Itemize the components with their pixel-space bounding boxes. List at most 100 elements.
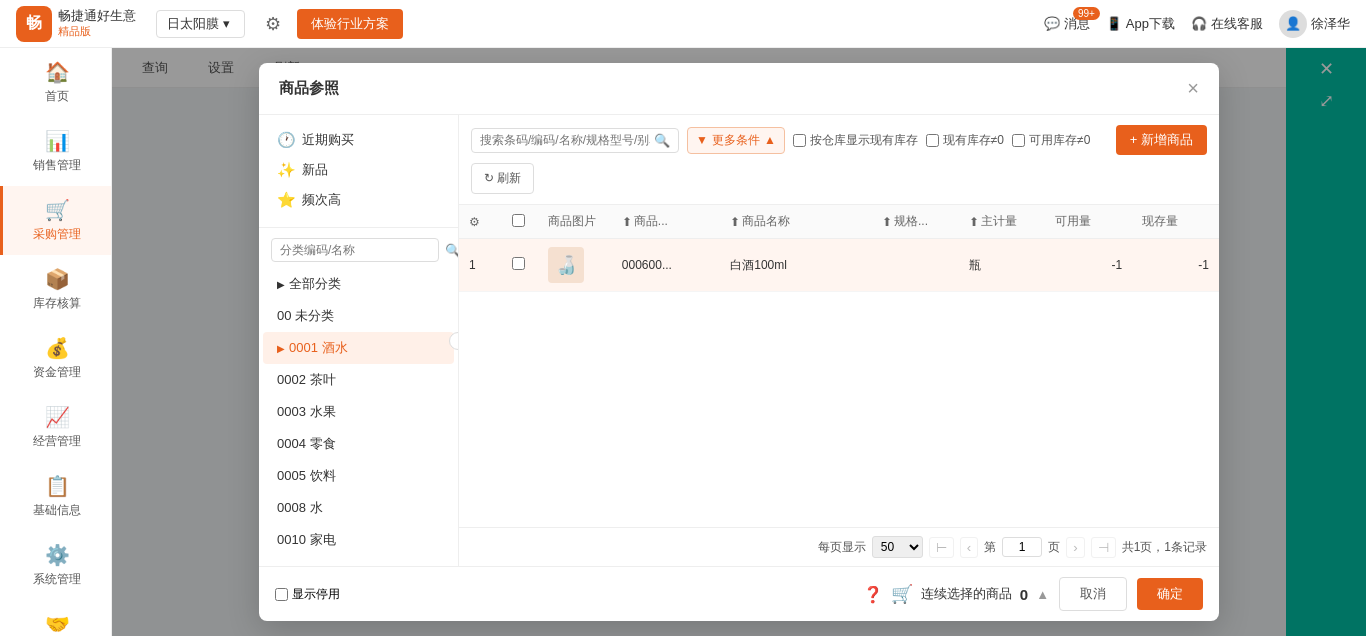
page-input[interactable] bbox=[1002, 537, 1042, 557]
modal-body: 🕐 近期购买 ✨ 新品 ⭐ 频次高 bbox=[259, 115, 1219, 566]
add-product-btn[interactable]: + 新增商品 bbox=[1116, 125, 1207, 155]
page-prev-btn[interactable]: ‹ bbox=[960, 537, 978, 558]
modal-close-button[interactable]: × bbox=[1187, 77, 1199, 100]
quick-link-new[interactable]: ✨ 新品 bbox=[267, 155, 450, 185]
disabled-checkbox[interactable] bbox=[275, 588, 288, 601]
row-code: 000600... bbox=[612, 239, 720, 292]
freq-icon: ⭐ bbox=[277, 191, 296, 209]
search-cat-area: 🔍 bbox=[259, 232, 458, 268]
th-img: 商品图片 bbox=[538, 205, 612, 239]
cat-snack[interactable]: 0004 零食 bbox=[263, 428, 454, 460]
nav-selector[interactable]: 日太阳膜 ▾ bbox=[156, 10, 245, 38]
th-unit: ⬆ 主计量 bbox=[959, 205, 1046, 239]
cat-all[interactable]: ▶ 全部分类 bbox=[263, 268, 454, 300]
show-disabled-checkbox[interactable]: 显示停用 bbox=[275, 586, 340, 603]
quick-links: 🕐 近期购买 ✨ 新品 ⭐ 频次高 bbox=[259, 125, 458, 223]
logo-text: 畅捷通好生意 bbox=[58, 8, 136, 25]
stock-nonzero-checkbox[interactable] bbox=[926, 134, 939, 147]
cat-liquor[interactable]: ▶ 0001 酒水 bbox=[263, 332, 454, 364]
filter-btn[interactable]: ▼ 更多条件 ▲ bbox=[687, 127, 785, 154]
sidebar-item-finance[interactable]: 💰 资金管理 bbox=[0, 324, 111, 393]
logo-icon: 畅 bbox=[16, 6, 52, 42]
pagination-bar: 每页显示 50 10 20 100 ⊢ ‹ 第 bbox=[459, 527, 1219, 566]
message-badge: 99+ bbox=[1073, 7, 1100, 20]
nav-right: 💬 消息 99+ 📱 App下载 🎧 在线客服 👤 徐泽华 bbox=[1044, 10, 1350, 38]
checkbox-warehouse-stock[interactable]: 按仓库显示现有库存 bbox=[793, 132, 918, 149]
top-nav: 畅 畅捷通好生意 精品版 日太阳膜 ▾ ⚙ 体验行业方案 💬 消息 99+ 📱 … bbox=[0, 0, 1366, 48]
help-icon[interactable]: ❓ bbox=[863, 585, 883, 604]
cat-appliance[interactable]: 0010 家电 bbox=[263, 524, 454, 556]
page-next-btn[interactable]: › bbox=[1066, 537, 1084, 558]
logo-area: 畅 畅捷通好生意 精品版 bbox=[16, 6, 136, 42]
settings-icon[interactable]: ⚙ bbox=[469, 215, 480, 229]
th-stock: 现存量 bbox=[1132, 205, 1219, 239]
table-scroll[interactable]: ⚙ 商品图片 bbox=[459, 205, 1219, 527]
row-checkbox[interactable] bbox=[512, 257, 525, 270]
cat-tea[interactable]: 0002 茶叶 bbox=[263, 364, 454, 396]
main-content: 查询 设置 刷新 ✕ ⤢ 商品参照 × bbox=[112, 48, 1366, 636]
warehouse-stock-checkbox[interactable] bbox=[793, 134, 806, 147]
quick-link-freq[interactable]: ⭐ 频次高 bbox=[267, 185, 450, 215]
cat-search-input[interactable] bbox=[271, 238, 439, 262]
product-image: 🍶 bbox=[548, 247, 584, 283]
app-download[interactable]: 📱 App下载 bbox=[1106, 15, 1175, 33]
inventory-icon: 📦 bbox=[45, 267, 70, 291]
sales-icon: 📊 bbox=[45, 129, 70, 153]
select-all-checkbox[interactable] bbox=[512, 214, 525, 227]
cat-water[interactable]: 0008 水 bbox=[263, 492, 454, 524]
avail-nonzero-checkbox[interactable] bbox=[1012, 134, 1025, 147]
experience-btn[interactable]: 体验行业方案 bbox=[297, 9, 403, 39]
checkbox-avail-nonzero[interactable]: 可用库存≠0 bbox=[1012, 132, 1090, 149]
refresh-btn[interactable]: ↻ 刷新 bbox=[471, 163, 534, 194]
row-img: 🍶 bbox=[538, 239, 612, 292]
row-check[interactable] bbox=[502, 239, 538, 292]
th-code: ⬆ 商品... bbox=[612, 205, 720, 239]
logo-sub: 精品版 bbox=[58, 24, 136, 39]
collapse-cart-icon[interactable]: ▲ bbox=[1036, 587, 1049, 602]
sidebar-item-management[interactable]: 📈 经营管理 bbox=[0, 393, 111, 462]
divider bbox=[259, 227, 458, 228]
search-icon[interactable]: 🔍 bbox=[654, 133, 670, 148]
page-first-btn[interactable]: ⊢ bbox=[929, 537, 954, 558]
th-check bbox=[502, 205, 538, 239]
per-page-select[interactable]: 50 10 20 100 bbox=[872, 536, 923, 558]
management-icon: 📈 bbox=[45, 405, 70, 429]
confirm-button[interactable]: 确定 bbox=[1137, 578, 1203, 610]
cat-fruit[interactable]: 0003 水果 bbox=[263, 396, 454, 428]
checkbox-stock-nonzero[interactable]: 现有库存≠0 bbox=[926, 132, 1004, 149]
cancel-button[interactable]: 取消 bbox=[1059, 577, 1127, 611]
user-profile[interactable]: 👤 徐泽华 bbox=[1279, 10, 1350, 38]
sidebar-item-purchase[interactable]: 🛒 采购管理 bbox=[0, 186, 111, 255]
gear-button[interactable]: ⚙ bbox=[257, 8, 289, 40]
toolbar: 🔍 ▼ 更多条件 ▲ 按仓库显示现有库存 bbox=[459, 115, 1219, 205]
cart-info: ❓ 🛒 连续选择的商品 0 ▲ bbox=[863, 583, 1049, 605]
row-unit: 瓶 bbox=[959, 239, 1046, 292]
new-icon: ✨ bbox=[277, 161, 296, 179]
sidebar-item-system[interactable]: ⚙️ 系统管理 bbox=[0, 531, 111, 600]
th-spec: ⬆ 规格... bbox=[872, 205, 959, 239]
table-row[interactable]: 1 🍶 bbox=[459, 239, 1219, 292]
quick-link-recent[interactable]: 🕐 近期购买 bbox=[267, 125, 450, 155]
finance-icon: 💰 bbox=[45, 336, 70, 360]
sidebar-item-basic-info[interactable]: 📋 基础信息 bbox=[0, 462, 111, 531]
page-last-btn[interactable]: ⊣ bbox=[1091, 537, 1116, 558]
modal-header: 商品参照 × bbox=[259, 63, 1219, 115]
left-panel: 🕐 近期购买 ✨ 新品 ⭐ 频次高 bbox=[259, 115, 459, 566]
cat-uncategorized[interactable]: 00 未分类 bbox=[263, 300, 454, 332]
row-avail: -1 bbox=[1045, 239, 1132, 292]
search-box: 🔍 bbox=[471, 128, 679, 153]
sidebar-item-enterprise[interactable]: 🤝 企业协同 bbox=[0, 600, 111, 636]
cat-drink[interactable]: 0005 饮料 bbox=[263, 460, 454, 492]
cart-icon: 🛒 bbox=[891, 583, 913, 605]
product-search-input[interactable] bbox=[480, 133, 650, 147]
message-icon[interactable]: 💬 消息 99+ bbox=[1044, 15, 1090, 33]
sidebar-item-home[interactable]: 🏠 首页 bbox=[0, 48, 111, 117]
system-icon: ⚙️ bbox=[45, 543, 70, 567]
sidebar-item-sales[interactable]: 📊 销售管理 bbox=[0, 117, 111, 186]
enterprise-icon: 🤝 bbox=[45, 612, 70, 636]
sidebar-item-inventory[interactable]: 📦 库存核算 bbox=[0, 255, 111, 324]
th-name: ⬆ 商品名称 bbox=[720, 205, 872, 239]
modal-dialog: 商品参照 × 🕐 近期购买 ✨ 新 bbox=[259, 63, 1219, 621]
online-service[interactable]: 🎧 在线客服 bbox=[1191, 15, 1263, 33]
cat-search-icon[interactable]: 🔍 bbox=[445, 243, 459, 258]
